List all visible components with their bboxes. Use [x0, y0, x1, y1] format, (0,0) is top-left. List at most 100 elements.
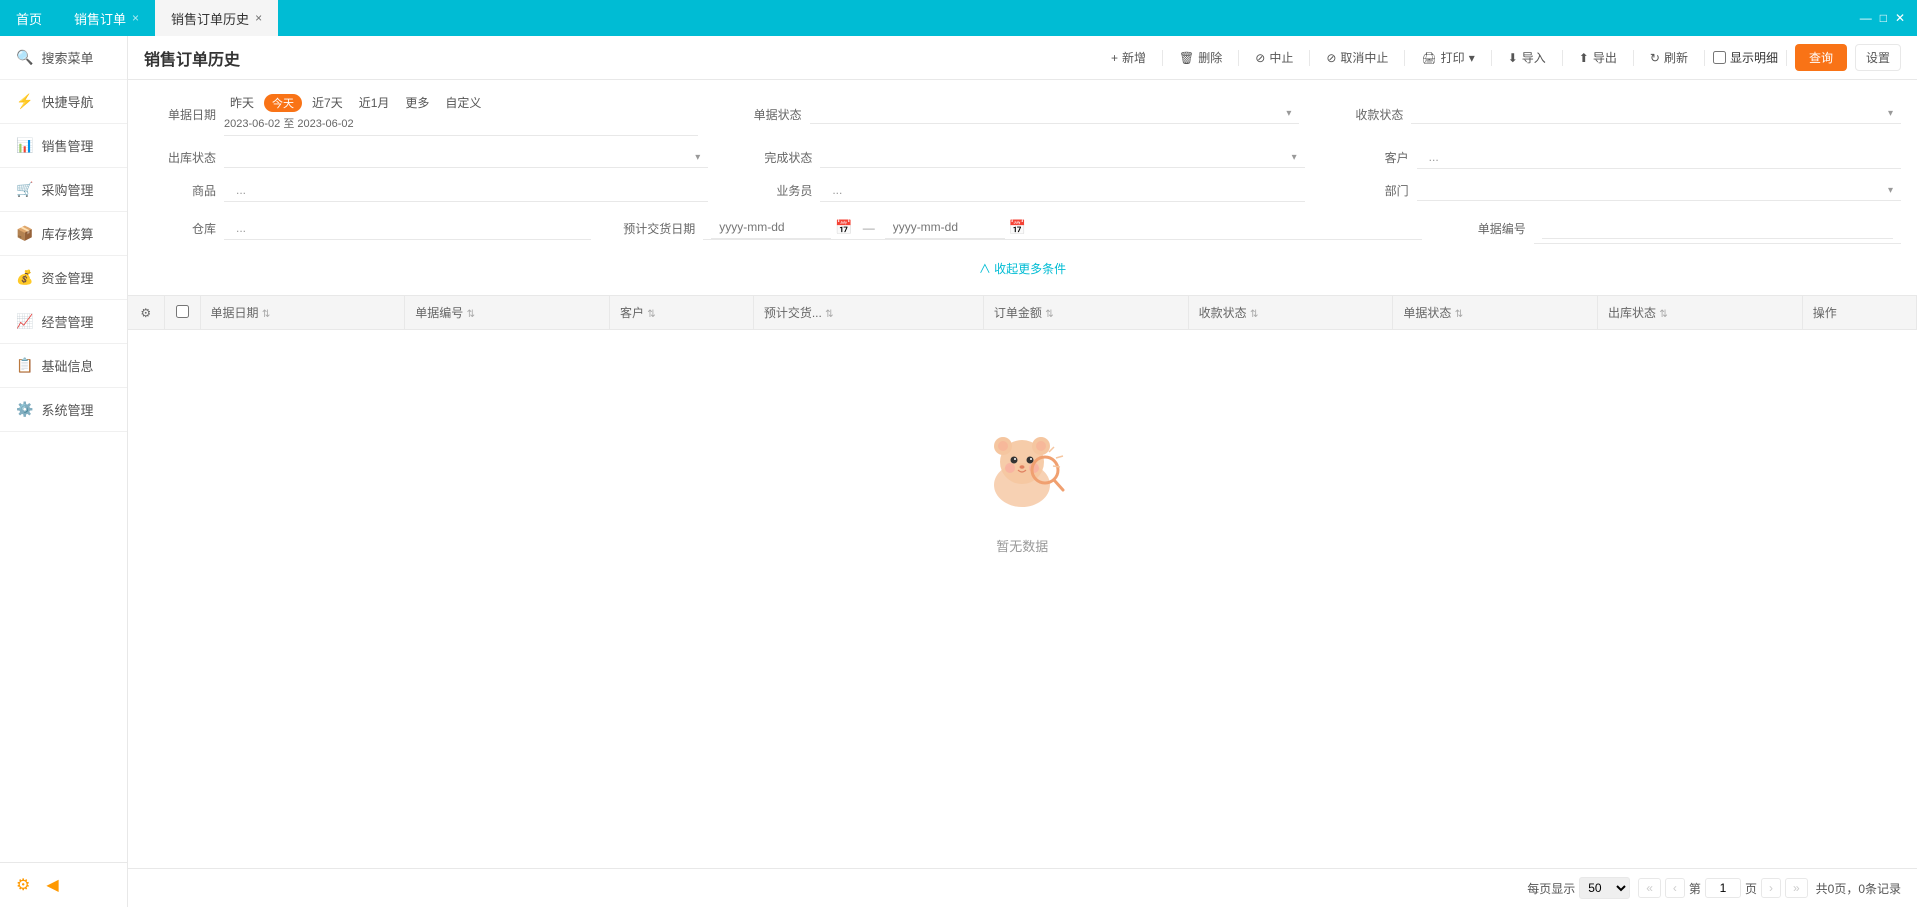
pagination: 每页显示 10 20 50 100 « ‹ 第 页 › » 共0页，0条记录 — [128, 868, 1917, 907]
table-area: ⚙ 单据日期 ⇅ 单据编号 ⇅ — [128, 296, 1917, 868]
first-page-button[interactable]: « — [1638, 878, 1661, 898]
main-layout: 🔍 搜索菜单 ⚡ 快捷导航 📊 销售管理 🛒 采购管理 📦 库存核算 💰 资金管… — [0, 36, 1917, 907]
tab-home[interactable]: 首页 — [0, 0, 58, 36]
th-out-status[interactable]: 出库状态 ⇅ — [1598, 296, 1803, 330]
content-area: 销售订单历史 + 新增 🗑 删除 ⊘ 中止 ⊘ — [128, 36, 1917, 907]
expected-date-from[interactable] — [711, 216, 831, 239]
collapse-row[interactable]: ∧ 收起更多条件 — [144, 254, 1901, 283]
customer-select[interactable]: ... — [1417, 146, 1901, 169]
query-button[interactable]: 查询 — [1795, 44, 1847, 71]
refresh-button[interactable]: ↻ 刷新 — [1642, 45, 1696, 70]
out-status-label: 出库状态 — [144, 149, 224, 166]
th-customer[interactable]: 客户 ⇅ — [609, 296, 753, 330]
sidebar-item-basic-info[interactable]: 📋 基础信息 — [0, 344, 127, 388]
goods-ellipsis[interactable]: ... — [232, 183, 250, 197]
toolbar-divider-3 — [1309, 50, 1310, 66]
bill-no-label: 单据编号 — [1454, 220, 1534, 237]
date-yesterday[interactable]: 昨天 — [224, 92, 260, 113]
salesperson-ellipsis[interactable]: ... — [828, 183, 846, 197]
tab-sales-order-history[interactable]: 销售订单历史 × — [155, 0, 278, 36]
calendar-to-icon[interactable]: 📅 — [1009, 219, 1026, 236]
sidebar-item-sales-mgmt[interactable]: 📊 销售管理 — [0, 124, 127, 168]
date-1month[interactable]: 近1月 — [353, 92, 396, 113]
sidebar-item-operation[interactable]: 📈 经营管理 — [0, 300, 127, 344]
th-bill-no[interactable]: 单据编号 ⇅ — [405, 296, 610, 330]
th-out-status-label: 出库状态 — [1608, 306, 1656, 320]
select-all-checkbox[interactable] — [176, 305, 189, 318]
bill-status-select[interactable]: ▾ — [810, 104, 1300, 124]
export-label: 导出 — [1593, 49, 1617, 66]
tab-sales-order-close[interactable]: × — [132, 11, 139, 25]
sidebar-item-finance[interactable]: 💰 资金管理 — [0, 256, 127, 300]
empty-text: 暂无数据 — [996, 536, 1048, 555]
settings-button[interactable]: 设置 — [1855, 44, 1901, 71]
th-expected-date[interactable]: 预计交货... ⇅ — [753, 296, 983, 330]
close-btn[interactable]: ✕ — [1895, 11, 1905, 25]
date-custom[interactable]: 自定义 — [439, 92, 487, 113]
payment-status-select[interactable]: ▾ — [1411, 104, 1901, 124]
sidebar-item-inventory[interactable]: 📦 库存核算 — [0, 212, 127, 256]
th-order-amount[interactable]: 订单金额 ⇅ — [983, 296, 1188, 330]
tab-sales-order[interactable]: 销售订单 × — [58, 0, 155, 36]
refresh-label: 刷新 — [1664, 49, 1688, 66]
out-status-select[interactable]: ▾ — [224, 148, 708, 168]
quick-nav-icon: ⚡ — [16, 93, 33, 110]
add-button[interactable]: + 新增 — [1103, 45, 1154, 70]
customer-ellipsis[interactable]: ... — [1425, 150, 1443, 164]
complete-status-select[interactable]: ▾ — [820, 148, 1304, 168]
dept-select[interactable]: ▾ — [1417, 181, 1901, 201]
date-filter-label: 单据日期 — [144, 106, 224, 123]
date-today[interactable]: 今天 — [264, 94, 302, 112]
maximize-btn[interactable]: □ — [1880, 11, 1887, 25]
bill-no-input[interactable] — [1542, 216, 1893, 239]
sidebar-item-sys-mgmt[interactable]: ⚙️ 系统管理 — [0, 388, 127, 432]
calendar-from-icon[interactable]: 📅 — [835, 219, 852, 236]
import-button[interactable]: ⬇ 导入 — [1500, 45, 1554, 70]
import-icon: ⬇ — [1508, 51, 1518, 65]
th-bill-date[interactable]: 单据日期 ⇅ — [200, 296, 405, 330]
show-detail-checkbox-label[interactable]: 显示明细 — [1713, 49, 1778, 66]
sidebar-item-search-menu[interactable]: 🔍 搜索菜单 — [0, 36, 127, 80]
per-page-select[interactable]: 10 20 50 100 — [1579, 877, 1630, 899]
finance-icon: 💰 — [16, 269, 33, 286]
stop-button[interactable]: ⊘ 中止 — [1247, 45, 1301, 70]
filter-area: 单据日期 昨天 今天 近7天 近1月 更多 自定义 2023-06-02 至 2… — [128, 80, 1917, 296]
sidebar-item-quick-nav[interactable]: ⚡ 快捷导航 — [0, 80, 127, 124]
add-icon: + — [1111, 51, 1118, 65]
query-label: 查询 — [1809, 49, 1833, 66]
empty-state: 暂无数据 — [128, 330, 1917, 635]
page-navigation: « ‹ 第 页 › » — [1638, 878, 1807, 898]
export-button[interactable]: ⬆ 导出 — [1571, 45, 1625, 70]
warehouse-select[interactable]: ... — [224, 217, 591, 240]
prev-page-button[interactable]: ‹ — [1665, 878, 1685, 898]
goods-select[interactable]: ... — [224, 179, 708, 202]
sidebar: 🔍 搜索菜单 ⚡ 快捷导航 📊 销售管理 🛒 采购管理 📦 库存核算 💰 资金管… — [0, 36, 128, 907]
th-payment-status[interactable]: 收款状态 ⇅ — [1188, 296, 1393, 330]
th-bill-status[interactable]: 单据状态 ⇅ — [1393, 296, 1598, 330]
last-page-button[interactable]: » — [1785, 878, 1808, 898]
page-input[interactable] — [1705, 878, 1741, 898]
toolbar-divider-8 — [1704, 50, 1705, 66]
warehouse-ellipsis[interactable]: ... — [232, 221, 250, 235]
delete-button[interactable]: 🗑 删除 — [1171, 45, 1230, 70]
per-page-label: 每页显示 — [1527, 880, 1575, 897]
sidebar-collapse-icon[interactable]: ◀ — [46, 875, 58, 895]
tab-sales-order-history-close[interactable]: × — [255, 11, 262, 25]
cancel-stop-button[interactable]: ⊘ 取消中止 — [1318, 45, 1396, 70]
warehouse-label: 仓库 — [144, 220, 224, 237]
date-7days[interactable]: 近7天 — [306, 92, 349, 113]
show-detail-checkbox[interactable] — [1713, 51, 1726, 64]
salesperson-select[interactable]: ... — [820, 179, 1304, 202]
sort-payment-status-icon: ⇅ — [1250, 309, 1258, 320]
next-page-button[interactable]: › — [1761, 878, 1781, 898]
sidebar-item-purchase-mgmt[interactable]: 🛒 采购管理 — [0, 168, 127, 212]
date-more[interactable]: 更多 — [399, 92, 435, 113]
sort-out-status-icon: ⇅ — [1659, 309, 1667, 320]
sidebar-settings-icon[interactable]: ⚙ — [16, 875, 30, 895]
table-settings-icon[interactable]: ⚙ — [140, 306, 151, 320]
expected-date-to[interactable] — [885, 216, 1005, 239]
print-button[interactable]: 🖨 打印 ▾ — [1413, 45, 1482, 70]
minimize-btn[interactable]: — — [1860, 11, 1872, 25]
bill-status-chevron-icon: ▾ — [1286, 108, 1291, 119]
sidebar-item-search-label: 搜索菜单 — [41, 48, 93, 67]
